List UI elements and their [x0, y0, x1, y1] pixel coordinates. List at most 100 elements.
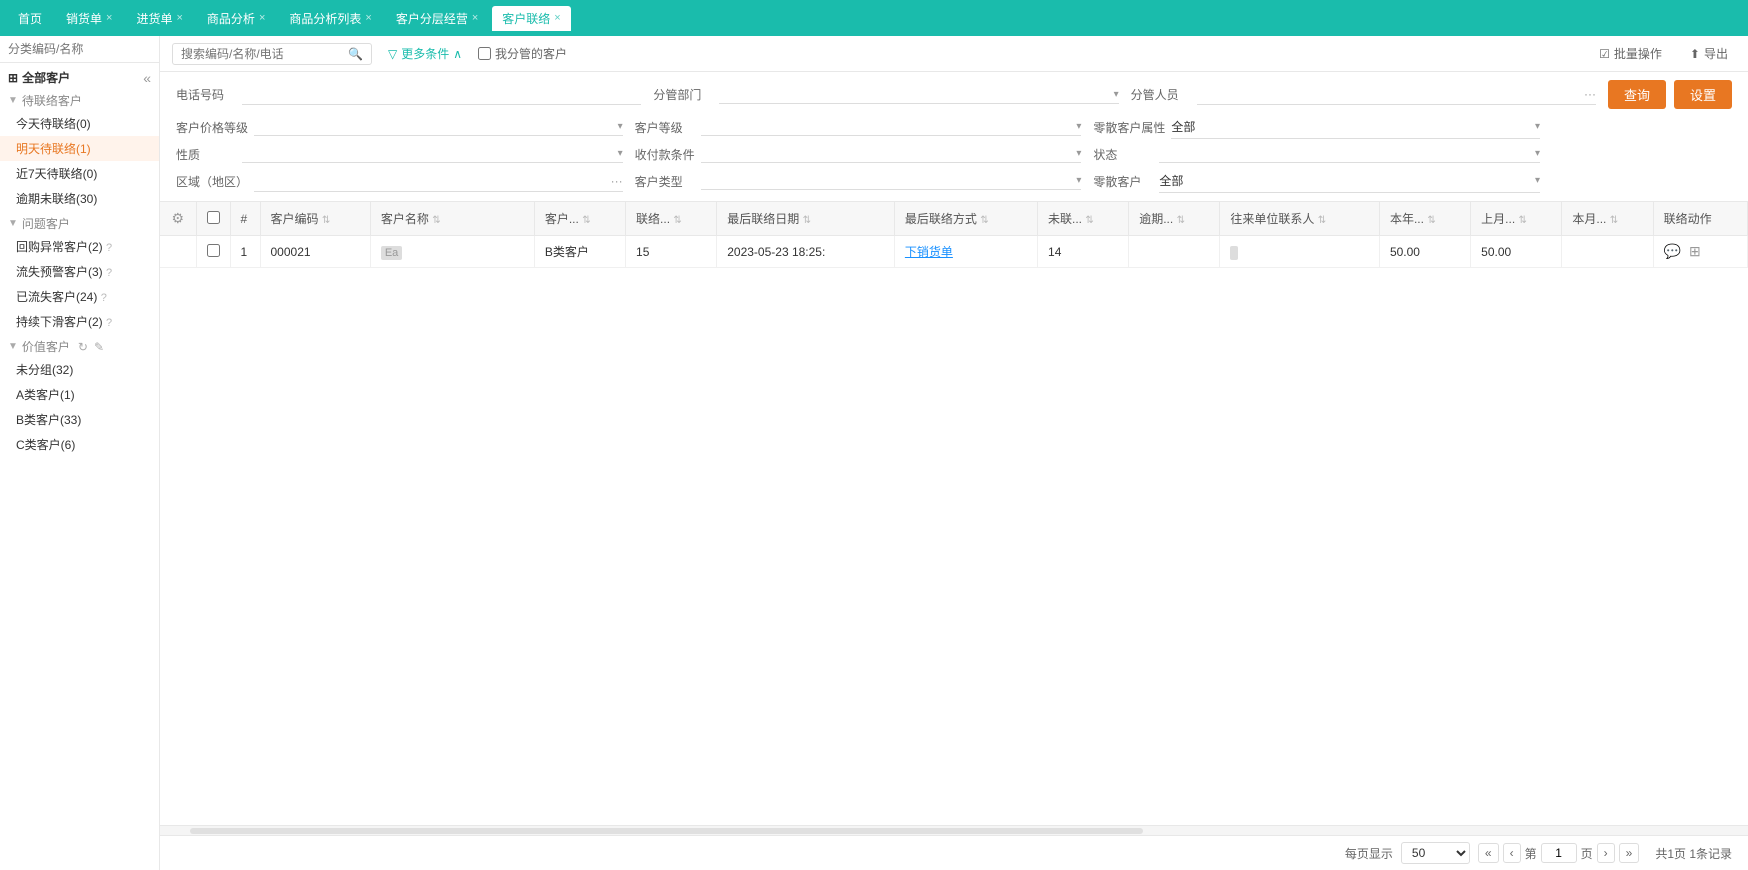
col-overdue-sort[interactable]: ⇅: [1177, 215, 1185, 226]
horizontal-scrollbar[interactable]: [160, 825, 1748, 835]
col-uncontacted-sort[interactable]: ⇅: [1085, 215, 1093, 226]
select-all-checkbox[interactable]: [207, 211, 220, 224]
col-contact-count[interactable]: 联络... ⇅: [626, 202, 717, 236]
filter-region-select[interactable]: ···: [254, 171, 623, 192]
close-customer-tier[interactable]: ×: [472, 12, 478, 24]
my-customers-checkbox-label[interactable]: 我分管的客户: [478, 45, 567, 62]
sidebar-item-tomorrow-contact[interactable]: 明天待联络(1): [0, 136, 159, 161]
col-company-contact[interactable]: 往来单位联系人 ⇅: [1220, 202, 1380, 236]
refresh-icon[interactable]: ↻: [78, 340, 88, 354]
filter-region-ellipsis[interactable]: ···: [611, 174, 623, 188]
filter-person-ellipsis[interactable]: ···: [1584, 87, 1596, 101]
filter-payment-select[interactable]: ▾: [701, 145, 1082, 163]
close-product-analysis-list[interactable]: ×: [365, 12, 371, 24]
main-search-input[interactable]: [181, 47, 344, 61]
col-checkbox[interactable]: [196, 202, 230, 236]
filter-customer-level-select[interactable]: ▾: [701, 118, 1082, 136]
col-contact-count-sort[interactable]: ⇅: [673, 215, 681, 226]
sidebar-item-declining-customers[interactable]: 持续下滑客户(2) ?: [0, 309, 159, 334]
more-filter-btn[interactable]: ▽ 更多条件 ∧: [380, 42, 470, 65]
row-checkbox[interactable]: [207, 244, 220, 257]
row-comment-icon[interactable]: 💬: [1664, 243, 1681, 260]
settings-btn[interactable]: 设置: [1674, 80, 1732, 109]
filter-dept-select[interactable]: ▾: [719, 86, 1118, 104]
col-this-month[interactable]: 本月... ⇅: [1562, 202, 1653, 236]
nav-product-analysis[interactable]: 商品分析 ×: [197, 6, 275, 31]
sidebar-item-7day-contact[interactable]: 近7天待联络(0): [0, 161, 159, 186]
sidebar-group-value-customers[interactable]: 价值客户 ↻ ✎: [0, 334, 159, 357]
col-this-month-sort[interactable]: ⇅: [1610, 215, 1618, 226]
close-sales-order[interactable]: ×: [106, 12, 112, 24]
col-code[interactable]: 客户编码 ⇅: [260, 202, 370, 236]
row-name-cell: Ea: [370, 236, 534, 268]
batch-op-btn[interactable]: ☑ 批量操作: [1591, 42, 1670, 65]
filter-customer-type-select[interactable]: ▾: [701, 172, 1082, 190]
nav-sales-order[interactable]: 销货单 ×: [56, 6, 122, 31]
filter-phone-input[interactable]: [242, 84, 641, 105]
nav-customer-contact[interactable]: 客户联络 ×: [492, 6, 570, 31]
export-btn[interactable]: ⬆ 导出: [1682, 42, 1736, 65]
first-page-btn[interactable]: «: [1478, 843, 1499, 863]
sidebar-group-pending-contact[interactable]: 待联络客户: [0, 88, 159, 111]
sidebar-item-loss-warning[interactable]: 流失预警客户(3) ?: [0, 259, 159, 284]
col-last-method-sort[interactable]: ⇅: [980, 215, 988, 226]
per-page-select[interactable]: 50 100 200: [1401, 842, 1470, 864]
col-uncontacted[interactable]: 未联... ⇅: [1038, 202, 1129, 236]
nav-customer-tier[interactable]: 客户分层经营 ×: [386, 6, 488, 31]
nav-home[interactable]: 首页: [8, 6, 52, 31]
col-this-year[interactable]: 本年... ⇅: [1379, 202, 1470, 236]
sidebar-item-b-customers[interactable]: B类客户(33): [0, 407, 159, 432]
sidebar-search-input[interactable]: [8, 42, 160, 56]
filter-price-level-select[interactable]: ▾: [254, 118, 623, 136]
close-purchase-order[interactable]: ×: [176, 12, 182, 24]
col-code-sort[interactable]: ⇅: [322, 215, 330, 226]
close-product-analysis[interactable]: ×: [259, 12, 265, 24]
col-type[interactable]: 客户... ⇅: [534, 202, 625, 236]
last-page-btn[interactable]: »: [1619, 843, 1640, 863]
row-last-method-link[interactable]: 下销货单: [905, 245, 953, 259]
col-settings[interactable]: ⚙: [160, 202, 196, 236]
sidebar-item-overdue-contact[interactable]: 逾期未联络(30): [0, 186, 159, 211]
col-last-month-sort[interactable]: ⇅: [1519, 215, 1527, 226]
filter-retail-customer-select[interactable]: 全部 ▾: [1159, 169, 1540, 193]
sidebar-item-ungrouped[interactable]: 未分组(32): [0, 357, 159, 382]
col-last-method[interactable]: 最后联络方式 ⇅: [894, 202, 1037, 236]
col-last-month[interactable]: 上月... ⇅: [1471, 202, 1562, 236]
sidebar-all-customers-title[interactable]: ⊞ 全部客户: [8, 69, 70, 86]
next-page-btn[interactable]: ›: [1597, 843, 1615, 863]
scroll-track[interactable]: [190, 828, 1143, 834]
sidebar-item-a-customers[interactable]: A类客户(1): [0, 382, 159, 407]
col-company-contact-sort[interactable]: ⇅: [1318, 215, 1326, 226]
sidebar-item-today-contact[interactable]: 今天待联络(0): [0, 111, 159, 136]
sidebar-group-problem-customers[interactable]: 问题客户: [0, 211, 159, 234]
col-name[interactable]: 客户名称 ⇅: [370, 202, 534, 236]
settings-gear-icon[interactable]: ⚙: [171, 210, 184, 226]
col-type-sort[interactable]: ⇅: [582, 215, 590, 226]
col-last-date-sort[interactable]: ⇅: [803, 215, 811, 226]
close-customer-contact[interactable]: ×: [554, 12, 560, 24]
sidebar-collapse-btn[interactable]: «: [143, 70, 151, 86]
filter-status-label: 状态: [1093, 146, 1153, 163]
filter-status-select[interactable]: ▾: [1159, 145, 1540, 163]
filter-person-select[interactable]: ···: [1197, 84, 1596, 105]
edit-icon[interactable]: ✎: [94, 340, 104, 354]
col-name-sort[interactable]: ⇅: [432, 215, 440, 226]
prev-page-btn[interactable]: ‹: [1503, 843, 1521, 863]
nav-product-analysis-list[interactable]: 商品分析列表 ×: [279, 6, 381, 31]
col-last-date[interactable]: 最后联络日期 ⇅: [717, 202, 895, 236]
main-search-icon[interactable]: 🔍: [348, 47, 363, 61]
row-checkbox-cell[interactable]: [196, 236, 230, 268]
col-overdue[interactable]: 逾期... ⇅: [1129, 202, 1220, 236]
filter-retail-attr-select[interactable]: 全部 ▾: [1171, 115, 1540, 139]
sidebar-item-repurchase-abnormal[interactable]: 回购异常客户(2) ?: [0, 234, 159, 259]
nav-purchase-order[interactable]: 进货单 ×: [126, 6, 192, 31]
row-last-method-cell[interactable]: 下销货单: [894, 236, 1037, 268]
sidebar-item-lost-customers[interactable]: 已流失客户(24) ?: [0, 284, 159, 309]
row-grid-icon[interactable]: ⊞: [1689, 243, 1701, 260]
page-number-input[interactable]: [1541, 843, 1577, 863]
col-this-year-sort[interactable]: ⇅: [1427, 215, 1435, 226]
sidebar-item-c-customers[interactable]: C类客户(6): [0, 432, 159, 457]
query-btn[interactable]: 查询: [1608, 80, 1666, 109]
filter-nature-select[interactable]: ▾: [242, 145, 623, 163]
my-customers-checkbox[interactable]: [478, 47, 491, 60]
